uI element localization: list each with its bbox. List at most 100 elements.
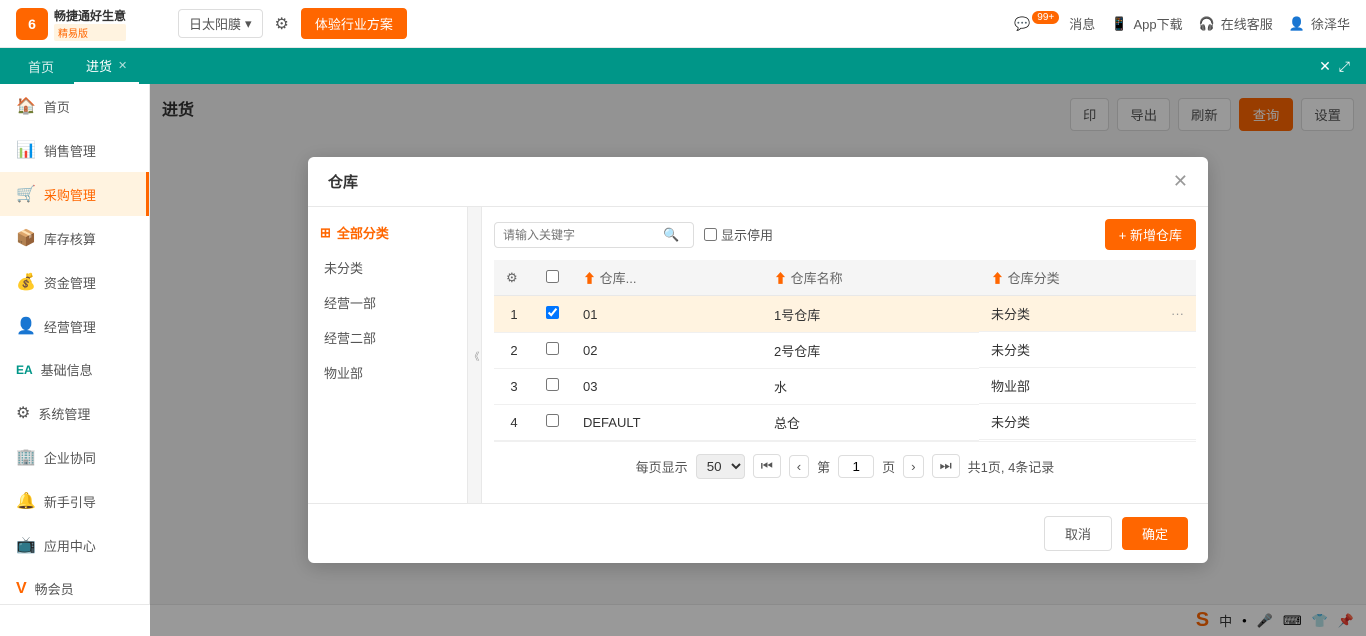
sidebar-item-label-purchase: 采购管理	[44, 185, 96, 204]
confirm-button[interactable]: 确定	[1122, 517, 1188, 550]
settings-icon[interactable]: ⚙	[275, 14, 289, 34]
mobile-icon: 📱	[1111, 16, 1127, 32]
modal-footer: 取消 确定	[308, 503, 1208, 563]
tab-purchase[interactable]: 进货 ✕	[74, 48, 139, 84]
sidebar-item-enterprise[interactable]: 🏢 企业协同	[0, 435, 149, 479]
sidebar-item-inventory[interactable]: 📦 库存核算	[0, 216, 149, 260]
panel-collapse-button[interactable]: 《	[468, 207, 482, 503]
trial-button[interactable]: 体验行业方案	[301, 8, 407, 39]
row-checkbox[interactable]	[546, 378, 559, 391]
notification-group[interactable]: 💬 99+ 消息	[1014, 14, 1095, 33]
warehouse-table: ⚙ ⬆ 仓库...	[494, 260, 1196, 441]
app-name: 畅捷通好生意	[54, 7, 126, 24]
row-category: 未分类 ···	[979, 296, 1196, 332]
sub-header-right: ✕ ⤢	[1319, 58, 1350, 75]
basic-info-icon: EA	[16, 363, 33, 377]
table-row[interactable]: 4 DEFAULT 总仓 未分类	[494, 404, 1196, 440]
page-prev-button[interactable]: ‹	[789, 455, 809, 478]
category-item-dept2[interactable]: 经营二部	[308, 320, 467, 355]
sidebar-item-finance[interactable]: 💰 资金管理	[0, 260, 149, 304]
th-code: ⬆ 仓库...	[571, 260, 762, 296]
row-code: DEFAULT	[571, 404, 762, 440]
sidebar-item-label-home: 首页	[44, 97, 70, 116]
category-item-property[interactable]: 物业部	[308, 355, 467, 390]
row-category: 未分类	[979, 332, 1196, 368]
sidebar-item-sales[interactable]: 📊 销售管理	[0, 128, 149, 172]
row-checkbox[interactable]	[546, 414, 559, 427]
category-panel: ⊞ 全部分类 未分类 经营一部 经营二部 物业部	[308, 207, 468, 503]
top-header: 6 畅捷通好生意 精易版 日太阳膜 ▾ ⚙ 体验行业方案 💬 99+ 消息 📱 …	[0, 0, 1366, 48]
page-next-button[interactable]: ›	[903, 455, 923, 478]
user-group[interactable]: 👤 徐泽华	[1289, 14, 1350, 33]
row-checkbox-cell[interactable]	[534, 332, 571, 368]
row-code: 02	[571, 332, 762, 368]
system-icon: ⚙	[16, 403, 30, 423]
per-page-label: 每页显示	[636, 457, 688, 476]
search-input[interactable]	[503, 228, 663, 242]
app-download-group[interactable]: 📱 App下载	[1111, 14, 1182, 33]
table-row[interactable]: 2 02 2号仓库 未分类	[494, 332, 1196, 368]
settings-col-icon: ⚙	[506, 270, 518, 285]
page-first-button[interactable]: ⏮	[753, 454, 781, 478]
table-panel: 🔍 显示停用 + 新增仓库	[482, 207, 1208, 503]
add-warehouse-button[interactable]: + 新增仓库	[1105, 219, 1196, 250]
row-more-button[interactable]: ···	[1171, 306, 1184, 321]
page-unit-label: 页	[882, 457, 895, 476]
operations-icon: 👤	[16, 316, 36, 336]
sidebar-item-guide[interactable]: 🔔 新手引导	[0, 479, 149, 523]
category-dept2-label: 经营二部	[324, 331, 376, 346]
modal-body: ⊞ 全部分类 未分类 经营一部 经营二部 物业部	[308, 207, 1208, 503]
row-checkbox[interactable]	[546, 342, 559, 355]
show-disabled-label[interactable]: 显示停用	[704, 225, 773, 244]
table-row[interactable]: 1 01 1号仓库 未分类 ···	[494, 296, 1196, 333]
category-all-item[interactable]: ⊞ 全部分类	[308, 215, 467, 250]
tab-close-icon[interactable]: ✕	[118, 59, 127, 72]
select-all-checkbox[interactable]	[546, 270, 559, 283]
page-size-select[interactable]: 50	[696, 454, 745, 479]
cancel-button[interactable]: 取消	[1044, 516, 1112, 551]
row-category: 物业部	[979, 368, 1196, 404]
row-num: 4	[494, 404, 534, 440]
row-num: 2	[494, 332, 534, 368]
app-download-label: App下载	[1133, 14, 1182, 33]
store-selector[interactable]: 日太阳膜 ▾	[178, 9, 263, 38]
row-code: 03	[571, 368, 762, 404]
row-checkbox[interactable]	[546, 306, 559, 319]
category-all-label: 全部分类	[337, 223, 389, 242]
online-service-group[interactable]: 🎧 在线客服	[1199, 14, 1273, 33]
sidebar-item-home[interactable]: 🏠 首页	[0, 84, 149, 128]
chevron-left-icon: 《	[470, 348, 480, 363]
tab-home[interactable]: 首页	[16, 48, 66, 84]
sidebar-item-appstore[interactable]: 📺 应用中心	[0, 523, 149, 567]
app-badge: 精易版	[54, 24, 126, 41]
page-last-button[interactable]: ⏭	[932, 454, 960, 478]
category-item-unclassified[interactable]: 未分类	[308, 250, 467, 285]
table-row[interactable]: 3 03 水 物业部	[494, 368, 1196, 404]
search-icon[interactable]: 🔍	[663, 227, 679, 243]
modal-overlay: 仓库 ✕ ⊞ 全部分类 未分类 经营一	[150, 84, 1366, 636]
sidebar: 🏠 首页 📊 销售管理 🛒 采购管理 📦 库存核算 💰 资金管理 👤 经营管理 …	[0, 84, 150, 636]
row-checkbox-cell[interactable]	[534, 404, 571, 440]
app-logo-icon: 6	[16, 8, 48, 40]
sidebar-item-purchase[interactable]: 🛒 采购管理	[0, 172, 149, 216]
row-name: 2号仓库	[762, 332, 979, 368]
th-category: ⬆ 仓库分类	[979, 260, 1196, 296]
store-name: 日太阳膜	[189, 14, 241, 33]
sidebar-item-basic[interactable]: EA 基础信息	[0, 348, 149, 391]
modal-close-button[interactable]: ✕	[1173, 171, 1188, 192]
chevron-down-icon: ▾	[245, 16, 252, 32]
row-checkbox-cell[interactable]	[534, 368, 571, 404]
category-item-dept1[interactable]: 经营一部	[308, 285, 467, 320]
show-disabled-text: 显示停用	[721, 225, 773, 244]
show-disabled-checkbox[interactable]	[704, 228, 717, 241]
window-close-icon[interactable]: ✕	[1319, 58, 1331, 75]
pagination: 每页显示 50 ⏮ ‹ 第 页 › ⏭ 共1页, 4条记录	[494, 441, 1196, 491]
category-property-label: 物业部	[324, 366, 363, 381]
sidebar-item-operations[interactable]: 👤 经营管理	[0, 304, 149, 348]
page-input[interactable]	[838, 455, 874, 478]
row-checkbox-cell[interactable]	[534, 296, 571, 333]
window-expand-icon[interactable]: ⤢	[1339, 58, 1350, 75]
sidebar-item-system[interactable]: ⚙ 系统管理	[0, 391, 149, 435]
appstore-icon: 📺	[16, 535, 36, 555]
row-name: 水	[762, 368, 979, 404]
